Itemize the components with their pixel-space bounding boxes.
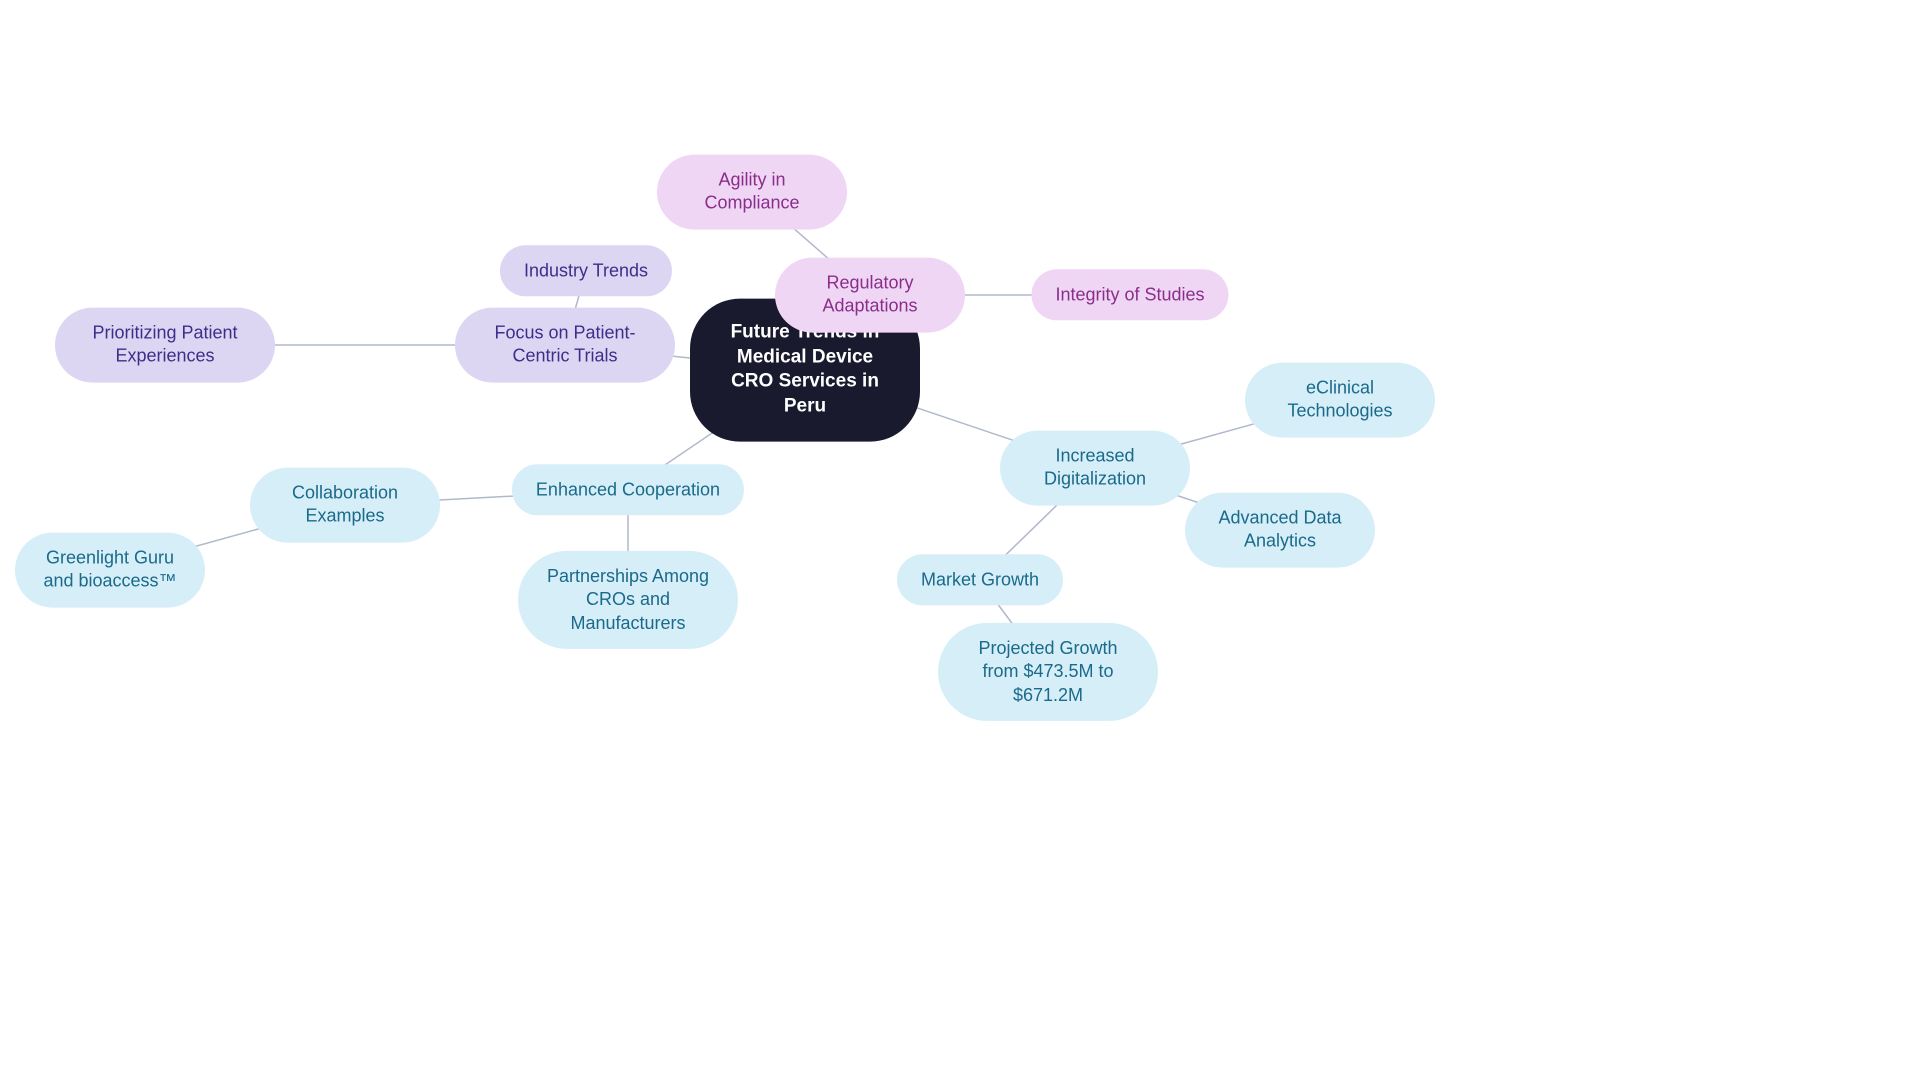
increased-digitalization-node: Increased Digitalization — [1000, 431, 1190, 506]
projected-growth-node: Projected Growth from $473.5M to $671.2M — [938, 623, 1158, 721]
advanced-analytics-node: Advanced Data Analytics — [1185, 493, 1375, 568]
greenlight-node: Greenlight Guru and bioaccess™ — [15, 533, 205, 608]
integrity-node: Integrity of Studies — [1031, 269, 1228, 320]
collaboration-examples-node: Collaboration Examples — [250, 468, 440, 543]
industry-trends-node: Industry Trends — [500, 245, 672, 296]
partnerships-node: Partnerships Among CROs and Manufacturer… — [518, 551, 738, 649]
focus-patient-node: Focus on Patient-Centric Trials — [455, 308, 675, 383]
enhanced-cooperation-node: Enhanced Cooperation — [512, 464, 744, 515]
market-growth-node: Market Growth — [897, 554, 1063, 605]
eclinical-node: eClinical Technologies — [1245, 363, 1435, 438]
mindmap-container: Future Trends in Medical Device CRO Serv… — [0, 0, 1920, 1083]
regulatory-node: Regulatory Adaptations — [775, 258, 965, 333]
agility-node: Agility in Compliance — [657, 155, 847, 230]
prioritizing-patient-node: Prioritizing Patient Experiences — [55, 308, 275, 383]
